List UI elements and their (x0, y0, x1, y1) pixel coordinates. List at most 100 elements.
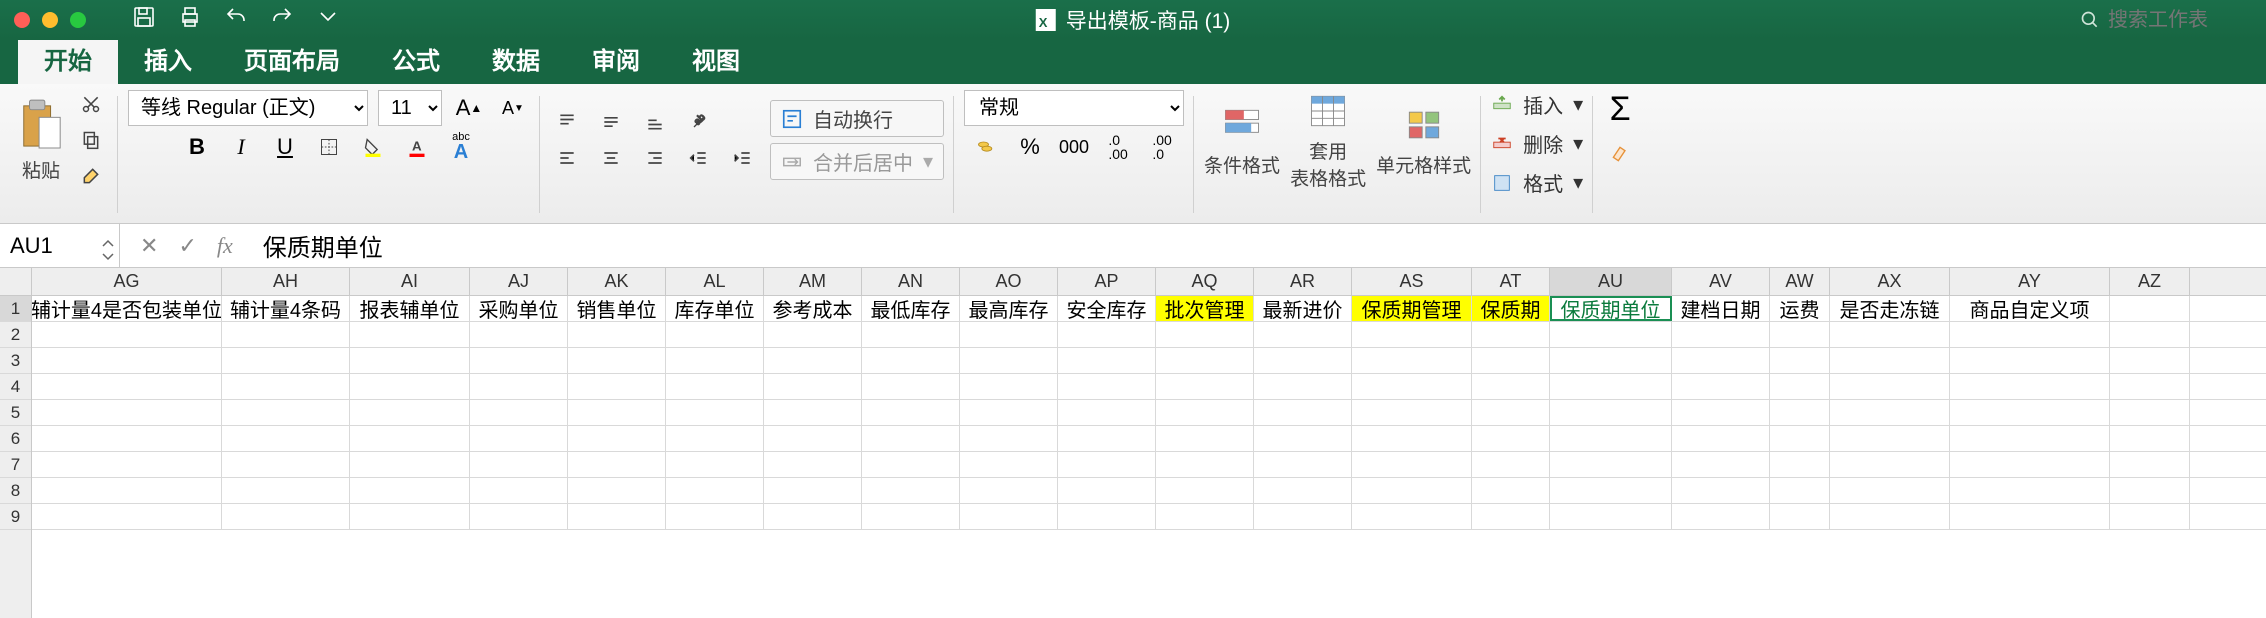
cell-AS3[interactable] (1352, 348, 1472, 373)
cell-AR5[interactable] (1254, 400, 1352, 425)
chevron-up-icon[interactable] (101, 228, 115, 240)
cell-AZ6[interactable] (2110, 426, 2190, 451)
print-icon[interactable] (178, 5, 202, 35)
cell-AG7[interactable] (32, 452, 222, 477)
column-header-AH[interactable]: AH (222, 268, 350, 295)
cell-AH7[interactable] (222, 452, 350, 477)
tab-page-layout[interactable]: 页面布局 (218, 33, 366, 84)
cell-AW3[interactable] (1770, 348, 1830, 373)
cell-AI6[interactable] (350, 426, 470, 451)
cell-AM1[interactable]: 参考成本 (764, 296, 862, 321)
cell-AT3[interactable] (1472, 348, 1550, 373)
cell-AH2[interactable] (222, 322, 350, 347)
cell-AR4[interactable] (1254, 374, 1352, 399)
cell-AS9[interactable] (1352, 504, 1472, 529)
phonetic-icon[interactable]: abcA (444, 132, 478, 162)
italic-button[interactable]: I (224, 132, 258, 162)
cell-AW7[interactable] (1770, 452, 1830, 477)
cell-AM4[interactable] (764, 374, 862, 399)
insert-cells-button[interactable]: 插入▾ (1491, 90, 1583, 119)
cell-AK7[interactable] (568, 452, 666, 477)
cell-AV3[interactable] (1672, 348, 1770, 373)
cell-AH6[interactable] (222, 426, 350, 451)
cell-AH5[interactable] (222, 400, 350, 425)
cell-AL7[interactable] (666, 452, 764, 477)
cell-AP4[interactable] (1058, 374, 1156, 399)
cell-AX3[interactable] (1830, 348, 1950, 373)
cell-AG4[interactable] (32, 374, 222, 399)
cell-AW1[interactable]: 运费 (1770, 296, 1830, 321)
cell-AN9[interactable] (862, 504, 960, 529)
cell-AZ3[interactable] (2110, 348, 2190, 373)
cell-AR2[interactable] (1254, 322, 1352, 347)
delete-cells-button[interactable]: 删除▾ (1491, 129, 1583, 158)
search-box[interactable] (2080, 9, 2248, 32)
cancel-formula-icon[interactable]: ✕ (140, 233, 158, 259)
row-header-9[interactable]: 9 (0, 504, 31, 530)
cell-AT8[interactable] (1472, 478, 1550, 503)
cell-AU3[interactable] (1550, 348, 1672, 373)
column-header-AT[interactable]: AT (1472, 268, 1550, 295)
cell-AJ5[interactable] (470, 400, 568, 425)
cell-AL2[interactable] (666, 322, 764, 347)
copy-icon[interactable] (74, 125, 108, 155)
cell-AZ9[interactable] (2110, 504, 2190, 529)
cell-AR6[interactable] (1254, 426, 1352, 451)
cell-AQ7[interactable] (1156, 452, 1254, 477)
cell-AI1[interactable]: 报表辅单位 (350, 296, 470, 321)
chevron-down-icon[interactable] (101, 242, 115, 254)
maximize-icon[interactable] (70, 12, 86, 28)
cell-AO5[interactable] (960, 400, 1058, 425)
cell-AO9[interactable] (960, 504, 1058, 529)
cell-AN6[interactable] (862, 426, 960, 451)
column-header-AZ[interactable]: AZ (2110, 268, 2190, 295)
align-bottom-icon[interactable] (638, 107, 672, 137)
cell-AU8[interactable] (1550, 478, 1672, 503)
cell-AV9[interactable] (1672, 504, 1770, 529)
tab-data[interactable]: 数据 (466, 33, 566, 84)
cell-AY7[interactable] (1950, 452, 2110, 477)
cell-AJ4[interactable] (470, 374, 568, 399)
column-header-AR[interactable]: AR (1254, 268, 1352, 295)
cell-AN1[interactable]: 最低库存 (862, 296, 960, 321)
column-header-AW[interactable]: AW (1770, 268, 1830, 295)
cell-AX5[interactable] (1830, 400, 1950, 425)
accept-formula-icon[interactable]: ✓ (178, 233, 196, 259)
cell-AJ1[interactable]: 采购单位 (470, 296, 568, 321)
cell-AL4[interactable] (666, 374, 764, 399)
cell-AP3[interactable] (1058, 348, 1156, 373)
cell-AT1[interactable]: 保质期 (1472, 296, 1550, 321)
cell-AO4[interactable] (960, 374, 1058, 399)
cell-AZ5[interactable] (2110, 400, 2190, 425)
align-right-icon[interactable] (638, 143, 672, 173)
cell-AL9[interactable] (666, 504, 764, 529)
column-header-AY[interactable]: AY (1950, 268, 2110, 295)
cell-AK1[interactable]: 销售单位 (568, 296, 666, 321)
cell-AW6[interactable] (1770, 426, 1830, 451)
cell-AY9[interactable] (1950, 504, 2110, 529)
font-color-icon[interactable]: A (400, 132, 434, 162)
cell-AI2[interactable] (350, 322, 470, 347)
cell-AG6[interactable] (32, 426, 222, 451)
cell-AL3[interactable] (666, 348, 764, 373)
cell-AH4[interactable] (222, 374, 350, 399)
qat-customize-icon[interactable] (316, 5, 340, 35)
column-header-AS[interactable]: AS (1352, 268, 1472, 295)
cell-AT7[interactable] (1472, 452, 1550, 477)
cell-AG3[interactable] (32, 348, 222, 373)
cell-AX7[interactable] (1830, 452, 1950, 477)
cell-AL6[interactable] (666, 426, 764, 451)
cell-AP2[interactable] (1058, 322, 1156, 347)
cell-AY4[interactable] (1950, 374, 2110, 399)
cell-AP9[interactable] (1058, 504, 1156, 529)
cell-AH3[interactable] (222, 348, 350, 373)
cell-AU6[interactable] (1550, 426, 1672, 451)
cell-AO8[interactable] (960, 478, 1058, 503)
cell-AG9[interactable] (32, 504, 222, 529)
cell-AY5[interactable] (1950, 400, 2110, 425)
cell-AY2[interactable] (1950, 322, 2110, 347)
column-header-AK[interactable]: AK (568, 268, 666, 295)
percent-icon[interactable]: % (1013, 132, 1047, 162)
cell-AV4[interactable] (1672, 374, 1770, 399)
cell-AM6[interactable] (764, 426, 862, 451)
